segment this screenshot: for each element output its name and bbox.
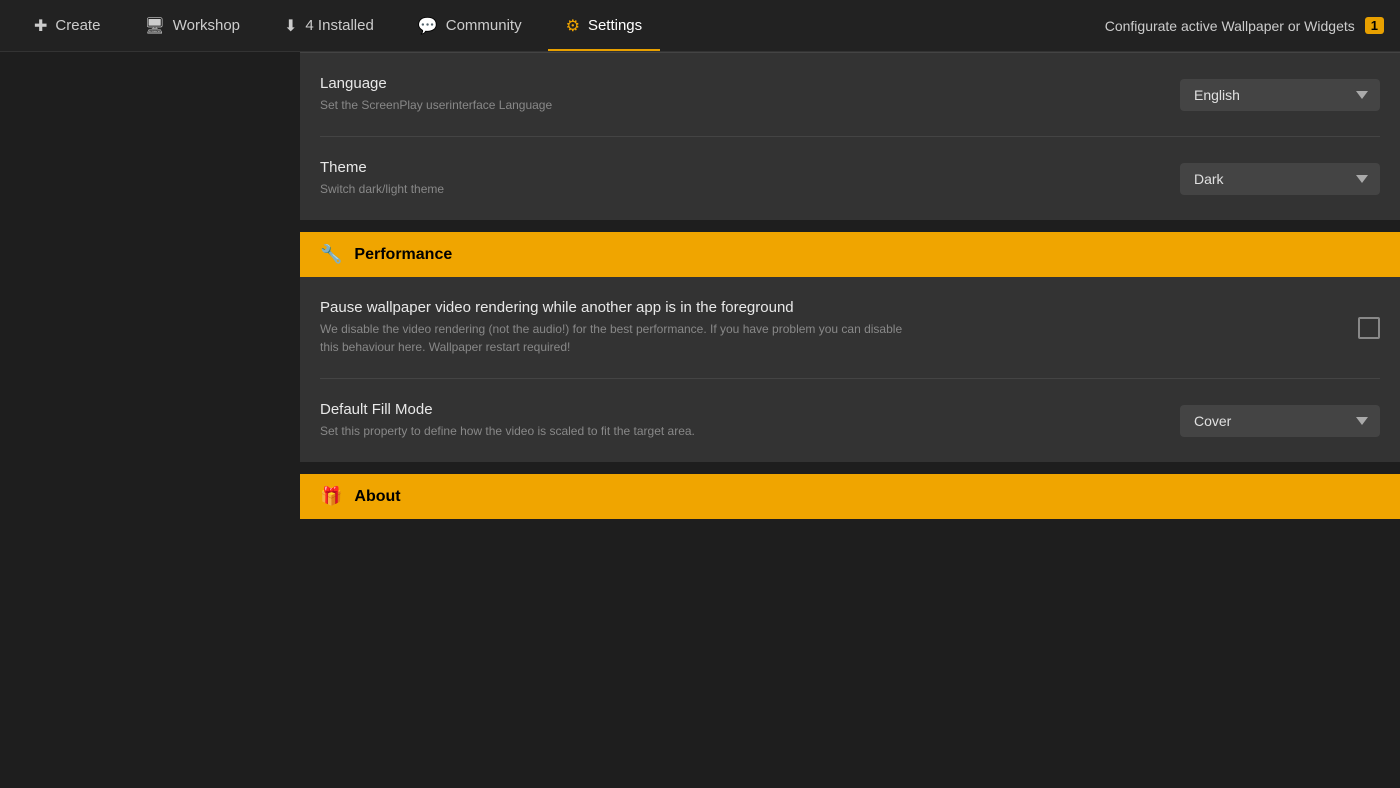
nav-installed-label: 4 Installed (305, 17, 373, 34)
pause-wallpaper-control (1358, 317, 1380, 339)
nav-settings-label: Settings (588, 17, 642, 34)
fill-mode-title: Default Fill Mode (320, 401, 1160, 418)
language-desc: Set the ScreenPlay userinterface Languag… (320, 96, 920, 114)
configure-label: Configurate active Wallpaper or Widgets (1105, 18, 1355, 34)
settings-icon: ⚙ (566, 16, 580, 36)
language-label-group: Language Set the ScreenPlay userinterfac… (320, 75, 1160, 114)
fill-mode-desc: Set this property to define how the vide… (320, 422, 920, 440)
performance-header: 🔧 Performance (300, 232, 1400, 277)
performance-body: Pause wallpaper video rendering while an… (300, 277, 1400, 462)
general-settings-section: Language Set the ScreenPlay userinterfac… (300, 52, 1400, 220)
pause-wallpaper-row: Pause wallpaper video rendering while an… (320, 277, 1380, 379)
theme-desc: Switch dark/light theme (320, 180, 920, 198)
nav-workshop-label: Workshop (173, 17, 240, 34)
performance-section: 🔧 Performance Pause wallpaper video rend… (300, 232, 1400, 462)
theme-control: Dark Light (1180, 163, 1380, 195)
language-dropdown[interactable]: English German French Spanish (1180, 79, 1380, 111)
about-header-label: About (354, 488, 400, 506)
fill-mode-label-group: Default Fill Mode Set this property to d… (320, 401, 1160, 440)
nav-installed[interactable]: ⬇ 4 Installed (266, 0, 392, 51)
nav-create[interactable]: ✚ Create (16, 0, 118, 51)
pause-wallpaper-desc: We disable the video rendering (not the … (320, 320, 920, 356)
nav-community[interactable]: 💬 Community (400, 0, 540, 51)
top-navigation: ✚ Create 🖥 Workshop ⬇ 4 Installed 💬 Comm… (0, 0, 1400, 52)
theme-title: Theme (320, 159, 1160, 176)
nav-settings[interactable]: ⚙ Settings (548, 0, 661, 51)
about-gift-icon: 🎁 (320, 486, 342, 507)
fill-mode-dropdown[interactable]: Cover Stretch Fit (1180, 405, 1380, 437)
language-row: Language Set the ScreenPlay userinterfac… (320, 53, 1380, 137)
about-header: 🎁 About (300, 474, 1400, 519)
theme-dropdown[interactable]: Dark Light (1180, 163, 1380, 195)
community-icon: 💬 (418, 16, 438, 36)
nav-workshop[interactable]: 🖥 Workshop (126, 0, 258, 51)
pause-wallpaper-label-group: Pause wallpaper video rendering while an… (320, 299, 1338, 356)
language-title: Language (320, 75, 1160, 92)
theme-label-group: Theme Switch dark/light theme (320, 159, 1160, 198)
performance-header-label: Performance (354, 246, 452, 264)
workshop-icon: 🖥 (144, 16, 164, 36)
nav-create-label: Create (55, 17, 100, 34)
performance-wrench-icon: 🔧 (320, 244, 342, 265)
nav-right-area: Configurate active Wallpaper or Widgets … (1105, 17, 1384, 34)
theme-row: Theme Switch dark/light theme Dark Light (320, 137, 1380, 220)
pause-wallpaper-checkbox[interactable] (1358, 317, 1380, 339)
installed-icon: ⬇ (284, 16, 297, 36)
about-section: 🎁 About (300, 474, 1400, 519)
fill-mode-row: Default Fill Mode Set this property to d… (320, 379, 1380, 462)
fill-mode-control: Cover Stretch Fit (1180, 405, 1380, 437)
pause-wallpaper-title: Pause wallpaper video rendering while an… (320, 299, 1338, 316)
nav-community-label: Community (446, 17, 522, 34)
main-content: Language Set the ScreenPlay userinterfac… (0, 52, 1400, 788)
left-sidebar (0, 52, 300, 788)
general-settings-body: Language Set the ScreenPlay userinterfac… (300, 52, 1400, 220)
create-icon: ✚ (34, 16, 47, 36)
configure-badge[interactable]: 1 (1365, 17, 1384, 34)
language-control: English German French Spanish (1180, 79, 1380, 111)
content-area: Language Set the ScreenPlay userinterfac… (300, 52, 1400, 788)
